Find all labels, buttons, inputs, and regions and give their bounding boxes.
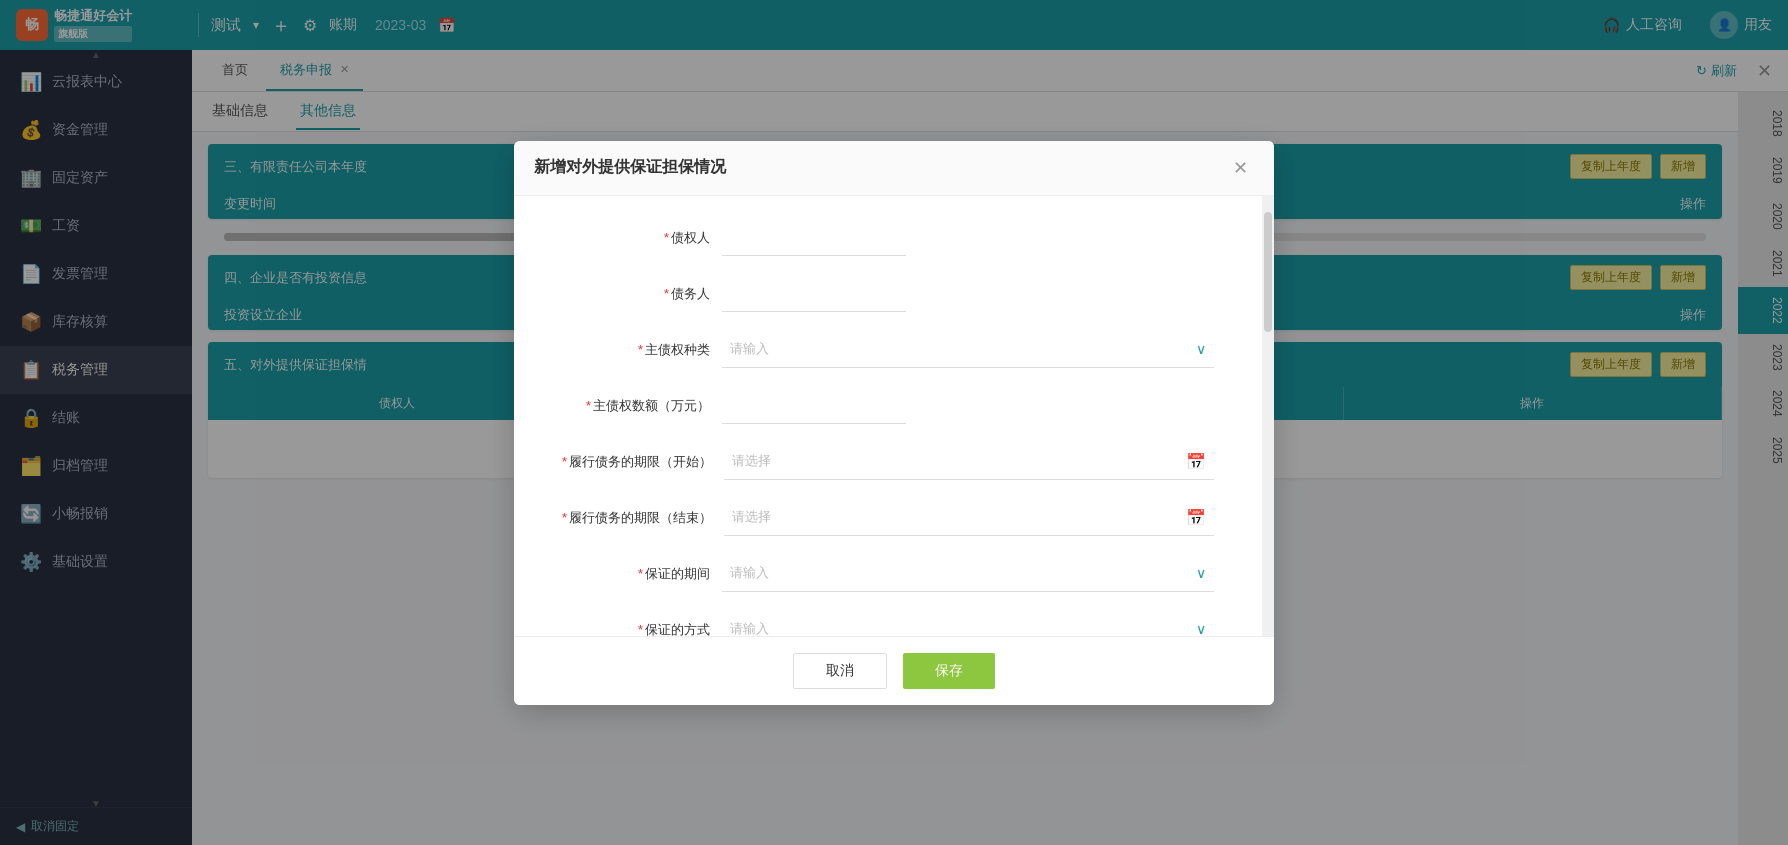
dialog-scrollbar[interactable] bbox=[1262, 196, 1274, 636]
claim-type-select[interactable]: 请输入 ∨ bbox=[722, 332, 1214, 368]
guarantee-period-select[interactable]: 请输入 ∨ bbox=[722, 556, 1214, 592]
debt-end-datepicker[interactable]: 请选择 📅 bbox=[724, 500, 1214, 536]
dialog-overlay: 新增对外提供保证担保情况 ✕ *债权人 *债务人 bbox=[0, 0, 1788, 845]
debt-start-calendar-icon: 📅 bbox=[1186, 452, 1206, 471]
claim-amount-input[interactable] bbox=[722, 388, 906, 424]
claim-type-dropdown-icon: ∨ bbox=[1196, 341, 1206, 357]
dialog-header: 新增对外提供保证担保情况 ✕ bbox=[514, 141, 1274, 196]
form-row-debtor: *债务人 bbox=[562, 276, 1214, 312]
form-row-claim-amount: *主债权数额（万元） bbox=[562, 388, 1214, 424]
dialog-footer: 取消 保存 bbox=[514, 636, 1274, 705]
form-row-claim-type: *主债权种类 请输入 ∨ bbox=[562, 332, 1214, 368]
guarantee-period-placeholder: 请输入 bbox=[730, 564, 1196, 582]
debtor-input[interactable] bbox=[722, 276, 906, 312]
debt-end-placeholder: 请选择 bbox=[732, 508, 1186, 526]
dialog-body: *债权人 *债务人 bbox=[514, 196, 1262, 636]
dialog: 新增对外提供保证担保情况 ✕ *债权人 *债务人 bbox=[514, 141, 1274, 705]
guarantee-period-dropdown-icon: ∨ bbox=[1196, 565, 1206, 581]
guarantee-method-label: *保证的方式 bbox=[562, 621, 722, 636]
form-row-guarantee-method: *保证的方式 请输入 ∨ bbox=[562, 612, 1214, 636]
debt-end-label: *履行债务的期限（结束） bbox=[562, 509, 724, 527]
guarantee-method-dropdown-icon: ∨ bbox=[1196, 621, 1206, 636]
debtor-label: *债务人 bbox=[562, 285, 722, 303]
debt-start-placeholder: 请选择 bbox=[732, 452, 1186, 470]
guarantee-period-label: *保证的期间 bbox=[562, 565, 722, 583]
debt-start-datepicker[interactable]: 请选择 📅 bbox=[724, 444, 1214, 480]
claim-type-label: *主债权种类 bbox=[562, 341, 722, 359]
creditor-input[interactable] bbox=[722, 220, 906, 256]
creditor-label: *债权人 bbox=[562, 229, 722, 247]
guarantee-method-placeholder: 请输入 bbox=[730, 620, 1196, 636]
claim-amount-label: *主债权数额（万元） bbox=[562, 397, 722, 415]
dialog-close-button[interactable]: ✕ bbox=[1227, 157, 1254, 179]
guarantee-method-select[interactable]: 请输入 ∨ bbox=[722, 612, 1214, 636]
save-button[interactable]: 保存 bbox=[903, 653, 995, 689]
form-row-debt-end: *履行债务的期限（结束） 请选择 📅 bbox=[562, 500, 1214, 536]
form-row-debt-start: *履行债务的期限（开始） 请选择 📅 bbox=[562, 444, 1214, 480]
dialog-title: 新增对外提供保证担保情况 bbox=[534, 157, 726, 178]
dialog-scrollbar-thumb[interactable] bbox=[1264, 212, 1272, 332]
form-row-creditor: *债权人 bbox=[562, 220, 1214, 256]
form-row-guarantee-period: *保证的期间 请输入 ∨ bbox=[562, 556, 1214, 592]
debt-end-calendar-icon: 📅 bbox=[1186, 508, 1206, 527]
claim-type-placeholder: 请输入 bbox=[730, 340, 1196, 358]
debt-start-label: *履行债务的期限（开始） bbox=[562, 453, 724, 471]
cancel-button[interactable]: 取消 bbox=[793, 653, 887, 689]
